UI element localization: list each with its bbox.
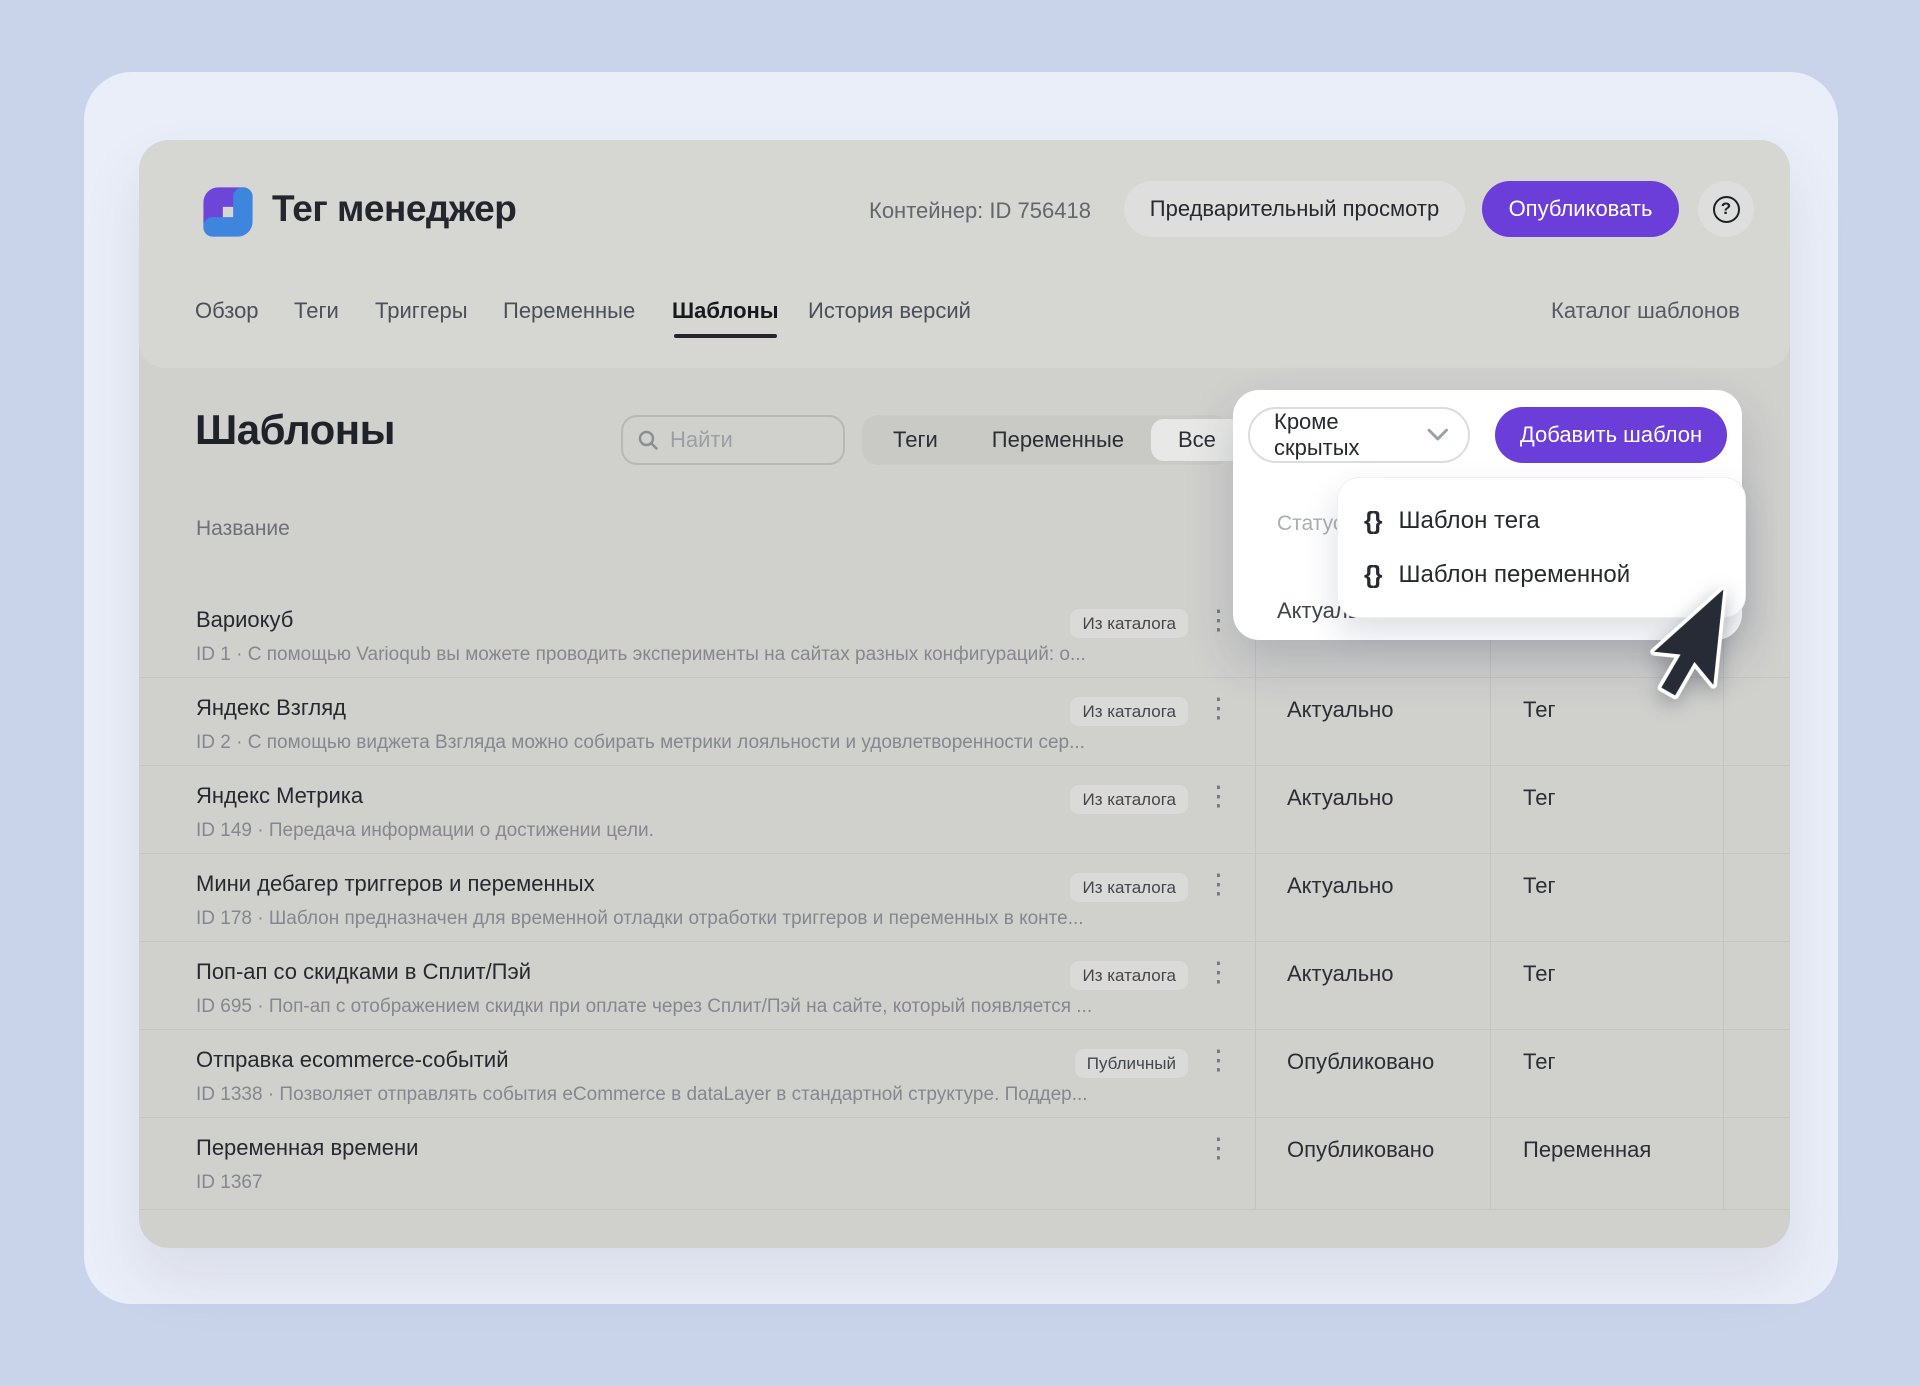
- container-id-label: Контейнер: ID 756418: [869, 198, 1091, 223]
- source-badge: Из каталога: [1070, 873, 1188, 902]
- source-badge: Публичный: [1074, 1049, 1188, 1078]
- table-row[interactable]: Мини дебагер триггеров и переменных ID 1…: [139, 854, 1790, 942]
- kebab-menu-icon[interactable]: ⋮: [1205, 1132, 1232, 1164]
- type-cell: Тег: [1523, 961, 1556, 986]
- table-row[interactable]: Яндекс Метрика ID 149 · Передача информа…: [139, 766, 1790, 854]
- tab-overview[interactable]: Обзор: [195, 298, 259, 324]
- tab-variables[interactable]: Переменные: [503, 298, 635, 324]
- status-cell: Актуально: [1287, 697, 1394, 722]
- help-button[interactable]: ?: [1698, 181, 1754, 237]
- type-filter-segmented-control: Теги Переменные Все: [862, 415, 1243, 465]
- table-row[interactable]: Яндекс Взгляд ID 2 · С помощью виджета В…: [139, 678, 1790, 766]
- status-cell: Актуально: [1287, 873, 1394, 898]
- template-description: ID 178 · Шаблон предназначен для временн…: [196, 908, 1084, 929]
- preview-button[interactable]: Предварительный просмотр: [1124, 181, 1465, 237]
- table-row[interactable]: Поп-ап со скидками в Сплит/Пэй ID 695 · …: [139, 942, 1790, 1030]
- template-description: ID 1 · С помощью Varioqub вы можете пров…: [196, 644, 1086, 665]
- chevron-down-icon: [1427, 428, 1448, 441]
- template-description: ID 1338 · Позволяет отправлять события e…: [196, 1084, 1088, 1105]
- column-header-name: Название: [196, 517, 290, 540]
- search-icon: [638, 430, 658, 450]
- mouse-cursor-icon: [1650, 585, 1728, 700]
- template-name[interactable]: Поп-ап со скидками в Сплит/Пэй: [196, 959, 531, 985]
- template-name[interactable]: Мини дебагер триггеров и переменных: [196, 871, 595, 897]
- search-input[interactable]: [668, 426, 818, 454]
- tab-triggers[interactable]: Триггеры: [375, 298, 468, 324]
- type-cell: Переменная: [1523, 1137, 1652, 1162]
- source-badge: Из каталога: [1070, 961, 1188, 990]
- kebab-menu-icon[interactable]: ⋮: [1205, 692, 1232, 724]
- template-description: ID 149 · Передача информации о достижени…: [196, 820, 654, 841]
- search-field[interactable]: [621, 415, 845, 465]
- column-header-status: Статус: [1277, 512, 1344, 535]
- source-badge: Из каталога: [1070, 609, 1188, 638]
- page-title: Шаблоны: [195, 406, 395, 453]
- table-row[interactable]: Отправка ecommerce-событий ID 1338 · Поз…: [139, 1030, 1790, 1118]
- template-catalog-link[interactable]: Каталог шаблонов: [1551, 298, 1740, 324]
- type-cell: Тег: [1523, 1049, 1556, 1074]
- source-badge: Из каталога: [1070, 697, 1188, 726]
- tab-version-history[interactable]: История версий: [808, 298, 971, 324]
- tab-tags[interactable]: Теги: [294, 298, 339, 324]
- visibility-filter-value: Кроме скрытых: [1274, 409, 1360, 460]
- header-strip: [139, 140, 1790, 368]
- segment-variables[interactable]: Переменные: [965, 419, 1151, 461]
- template-name[interactable]: Отправка ecommerce-событий: [196, 1047, 509, 1073]
- table-row[interactable]: Переменная времени ID 1367 ⋮ Опубликован…: [139, 1118, 1790, 1210]
- status-cell: Опубликовано: [1287, 1049, 1435, 1074]
- app-title: Тег менеджер: [272, 188, 517, 229]
- visibility-filter-dropdown[interactable]: Кроме скрытых: [1248, 407, 1470, 463]
- type-cell: Тег: [1523, 697, 1556, 722]
- template-name[interactable]: Яндекс Взгляд: [196, 695, 346, 721]
- question-icon: ?: [1712, 195, 1740, 223]
- braces-icon: {}: [1364, 506, 1382, 535]
- segment-all[interactable]: Все: [1151, 419, 1243, 461]
- template-name[interactable]: Переменная времени: [196, 1135, 418, 1161]
- kebab-menu-icon[interactable]: ⋮: [1205, 780, 1232, 812]
- kebab-menu-icon[interactable]: ⋮: [1205, 868, 1232, 900]
- segment-tags[interactable]: Теги: [866, 419, 965, 461]
- template-description: ID 1367: [196, 1172, 263, 1193]
- type-cell: Тег: [1523, 785, 1556, 810]
- template-name[interactable]: Яндекс Метрика: [196, 783, 363, 809]
- tag-manager-window: Тег менеджер Контейнер: ID 756418 Предва…: [139, 140, 1790, 1248]
- status-cell: Актуально: [1287, 785, 1394, 810]
- add-template-button[interactable]: Добавить шаблон: [1495, 407, 1727, 463]
- type-cell: Тег: [1523, 873, 1556, 898]
- status-cell: Опубликовано: [1287, 1137, 1435, 1162]
- status-cell: Актуально: [1287, 961, 1394, 986]
- menu-item-tag-template[interactable]: {} Шаблон тега: [1338, 494, 1745, 548]
- template-description: ID 695 · Поп-ап с отображением скидки пр…: [196, 996, 1093, 1017]
- braces-icon: {}: [1364, 560, 1382, 589]
- source-badge: Из каталога: [1070, 785, 1188, 814]
- publish-button[interactable]: Опубликовать: [1482, 181, 1679, 237]
- kebab-menu-icon[interactable]: ⋮: [1205, 604, 1232, 636]
- template-name[interactable]: Вариокуб: [196, 607, 293, 633]
- tab-templates[interactable]: Шаблоны: [672, 298, 779, 338]
- template-description: ID 2 · С помощью виджета Взгляда можно с…: [196, 732, 1085, 753]
- kebab-menu-icon[interactable]: ⋮: [1205, 956, 1232, 988]
- kebab-menu-icon[interactable]: ⋮: [1205, 1044, 1232, 1076]
- tag-manager-logo: [203, 187, 253, 237]
- page: Тег менеджер Контейнер: ID 756418 Предва…: [0, 0, 1920, 1386]
